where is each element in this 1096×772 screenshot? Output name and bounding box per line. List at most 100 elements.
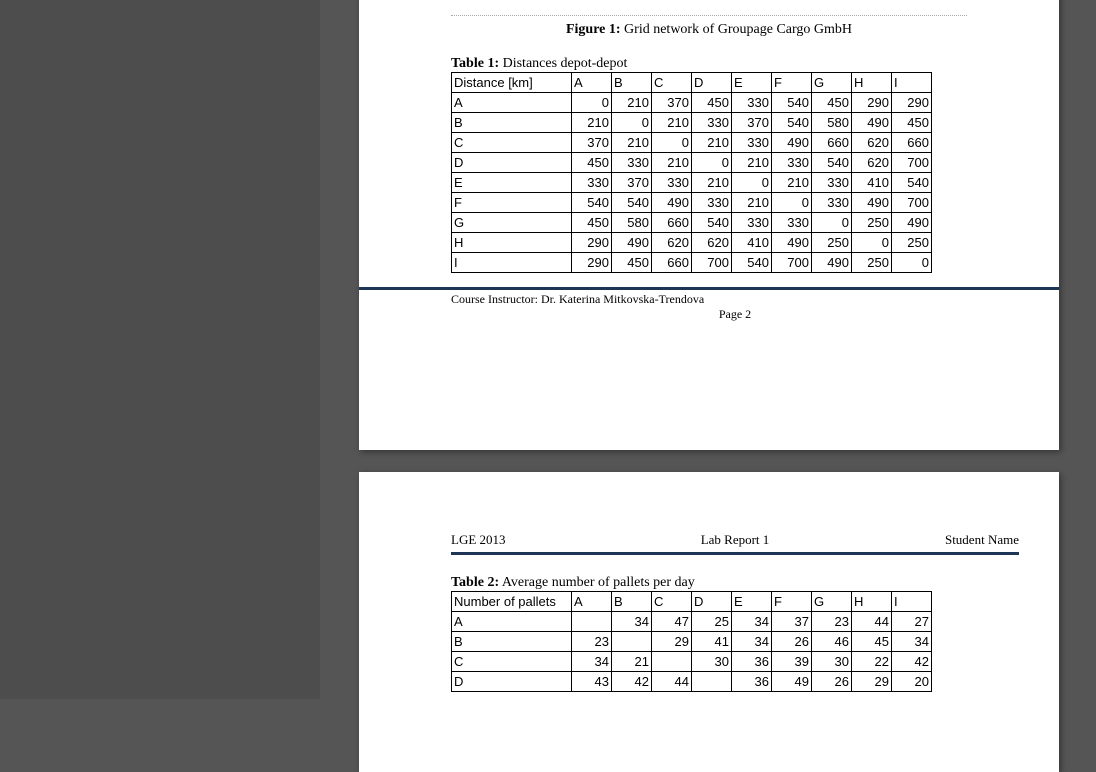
cell: 21 [612, 652, 652, 672]
cell: 210 [692, 133, 732, 153]
cell: 210 [772, 173, 812, 193]
cell: 29 [852, 672, 892, 692]
cell: 36 [732, 652, 772, 672]
row-label: I [452, 253, 572, 273]
cell: 27 [892, 612, 932, 632]
col-header: G [812, 73, 852, 93]
cell: 330 [772, 213, 812, 233]
document-page-2: LGE 2013 Lab Report 1 Student Name Table… [359, 472, 1059, 772]
col-header: C [652, 592, 692, 612]
cell: 290 [572, 253, 612, 273]
cell: 210 [692, 173, 732, 193]
cell: 410 [732, 233, 772, 253]
table-row: D4342443649262920 [452, 672, 932, 692]
cell: 620 [852, 133, 892, 153]
cell: 490 [612, 233, 652, 253]
cell: 700 [892, 193, 932, 213]
table-row: I2904506607005407004902500 [452, 253, 932, 273]
cell: 540 [612, 193, 652, 213]
cell: 330 [732, 213, 772, 233]
table-row: H2904906206204104902500250 [452, 233, 932, 253]
cell: 34 [732, 632, 772, 652]
row-label: A [452, 612, 572, 632]
table-row: G4505806605403303300250490 [452, 213, 932, 233]
col-header: A [572, 592, 612, 612]
cell: 700 [692, 253, 732, 273]
cell: 23 [572, 632, 612, 652]
cell: 49 [772, 672, 812, 692]
cell: 490 [772, 133, 812, 153]
table-row: B2329413426464534 [452, 632, 932, 652]
cell [692, 672, 732, 692]
cell: 250 [852, 213, 892, 233]
table-2-pallets: Number of pallets A B C D E F G H I A344… [451, 591, 932, 692]
cell: 47 [652, 612, 692, 632]
cell: 26 [812, 672, 852, 692]
cell: 330 [812, 193, 852, 213]
cell [612, 632, 652, 652]
cell: 370 [652, 93, 692, 113]
cell: 370 [612, 173, 652, 193]
cell: 490 [852, 193, 892, 213]
cell [572, 612, 612, 632]
page-header: LGE 2013 Lab Report 1 Student Name [451, 532, 1019, 555]
cell: 330 [812, 173, 852, 193]
col-header: D [692, 73, 732, 93]
cell: 26 [772, 632, 812, 652]
col-header: F [772, 592, 812, 612]
col-header: D [692, 592, 732, 612]
grid-artifact [451, 10, 967, 16]
footer-page-number: Page 2 [451, 307, 1019, 322]
table-2-caption-text: Average number of pallets per day [499, 575, 695, 590]
col-header: I [892, 73, 932, 93]
col-header: E [732, 73, 772, 93]
cell: 210 [732, 153, 772, 173]
cell: 370 [572, 133, 612, 153]
cell: 490 [892, 213, 932, 233]
cell: 580 [612, 213, 652, 233]
table-corner-label: Number of pallets [452, 592, 572, 612]
cell: 42 [892, 652, 932, 672]
table-1-caption-text: Distances depot-depot [499, 56, 627, 71]
cell: 290 [892, 93, 932, 113]
cell: 45 [852, 632, 892, 652]
figure-1-caption-bold: Figure 1: [566, 22, 621, 37]
cell: 43 [572, 672, 612, 692]
cell: 0 [652, 133, 692, 153]
cell: 660 [652, 213, 692, 233]
cell [652, 652, 692, 672]
cell: 44 [852, 612, 892, 632]
cell: 210 [612, 93, 652, 113]
cell: 580 [812, 113, 852, 133]
cell: 250 [892, 233, 932, 253]
cell: 620 [652, 233, 692, 253]
cell: 0 [732, 173, 772, 193]
cell: 0 [852, 233, 892, 253]
cell: 0 [892, 253, 932, 273]
cell: 0 [812, 213, 852, 233]
cell: 330 [612, 153, 652, 173]
row-label: H [452, 233, 572, 253]
cell: 34 [612, 612, 652, 632]
header-left: LGE 2013 [451, 532, 640, 548]
cell: 330 [692, 113, 732, 133]
col-header: B [612, 592, 652, 612]
col-header: E [732, 592, 772, 612]
cell: 330 [732, 93, 772, 113]
cell: 22 [852, 652, 892, 672]
cell: 34 [732, 612, 772, 632]
header-center: Lab Report 1 [640, 532, 829, 548]
cell: 250 [852, 253, 892, 273]
col-header: H [852, 592, 892, 612]
cell: 29 [652, 632, 692, 652]
cell: 490 [772, 233, 812, 253]
cell: 370 [732, 113, 772, 133]
table-row: Distance [km] A B C D E F G H I [452, 73, 932, 93]
cell: 450 [892, 113, 932, 133]
row-label: D [452, 153, 572, 173]
cell: 540 [892, 173, 932, 193]
cell: 210 [612, 133, 652, 153]
cell: 700 [892, 153, 932, 173]
table-row: Number of pallets A B C D E F G H I [452, 592, 932, 612]
cell: 450 [572, 213, 612, 233]
